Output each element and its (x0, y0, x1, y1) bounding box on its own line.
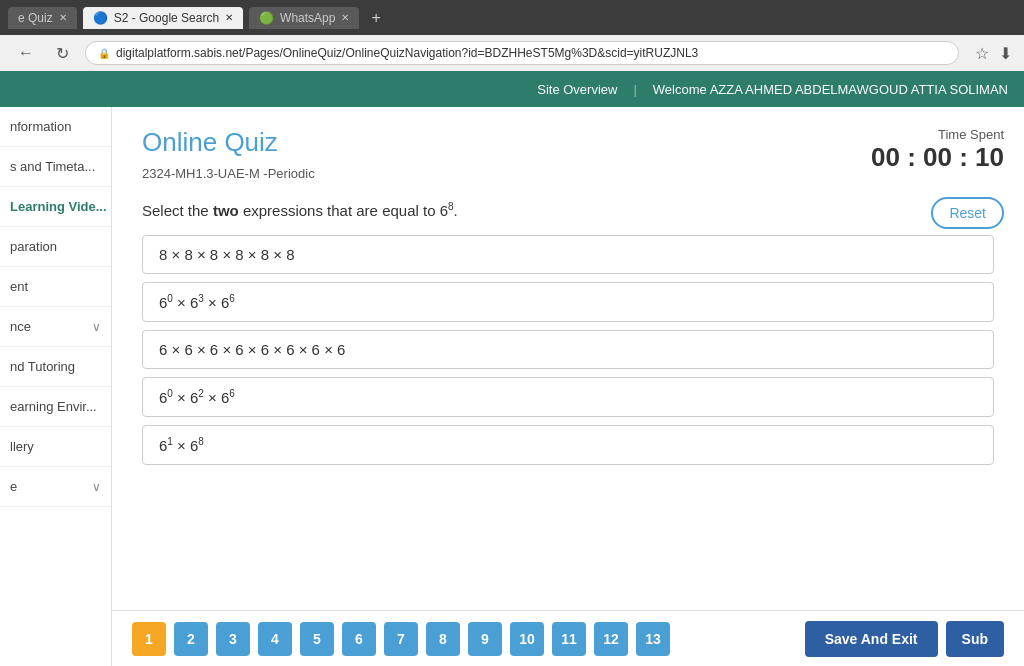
main-layout: nformation s and Timeta... Learning Vide… (0, 107, 1024, 666)
bottom-bar: 1 2 3 4 5 6 7 8 9 10 11 12 13 Save And E… (112, 610, 1024, 666)
chevron-down-icon: ∨ (92, 320, 101, 334)
subtitle: 2324-MH1.3-UAE-M -Periodic (142, 166, 994, 181)
sidebar-item-e[interactable]: e ∨ (0, 467, 111, 507)
time-spent-section: Time Spent 00 : 00 : 10 (871, 127, 1004, 173)
option-2[interactable]: 60 × 63 × 66 (142, 282, 994, 322)
bookmark-icon[interactable]: ☆ (975, 44, 989, 63)
chevron-down-icon-2: ∨ (92, 480, 101, 494)
top-nav: Site Overview | Welcome AZZA AHMED ABDEL… (0, 71, 1024, 107)
option-4[interactable]: 60 × 62 × 66 (142, 377, 994, 417)
page-12-button[interactable]: 12 (594, 622, 628, 656)
page-4-button[interactable]: 4 (258, 622, 292, 656)
sidebar-item-learning-video[interactable]: Learning Vide... (0, 187, 111, 227)
tab-quiz[interactable]: e Quiz ✕ (8, 7, 77, 29)
sidebar-item-timetable[interactable]: s and Timeta... (0, 147, 111, 187)
tab-close-whatsapp[interactable]: ✕ (341, 12, 349, 23)
sidebar-item-nce[interactable]: nce ∨ (0, 307, 111, 347)
save-and-exit-button[interactable]: Save And Exit (805, 621, 938, 657)
page-13-button[interactable]: 13 (636, 622, 670, 656)
tab-add-button[interactable]: + (365, 9, 386, 27)
sidebar-item-gallery[interactable]: llery (0, 427, 111, 467)
tab-close-google[interactable]: ✕ (225, 12, 233, 23)
page-6-button[interactable]: 6 (342, 622, 376, 656)
sidebar-item-tutoring[interactable]: nd Tutoring (0, 347, 111, 387)
url-bar[interactable]: 🔒 digitalplatform.sabis.net/Pages/Online… (85, 41, 959, 65)
sidebar-item-ent[interactable]: ent (0, 267, 111, 307)
download-icon[interactable]: ⬇ (999, 44, 1012, 63)
address-bar: ← ↻ 🔒 digitalplatform.sabis.net/Pages/On… (0, 35, 1024, 71)
reset-button[interactable]: Reset (931, 197, 1004, 229)
option-5[interactable]: 61 × 68 (142, 425, 994, 465)
tab-close-quiz[interactable]: ✕ (59, 12, 67, 23)
back-button[interactable]: ← (12, 42, 40, 64)
sidebar-item-preparation[interactable]: paration (0, 227, 111, 267)
page-3-button[interactable]: 3 (216, 622, 250, 656)
option-3[interactable]: 6 × 6 × 6 × 6 × 6 × 6 × 6 × 6 (142, 330, 994, 369)
submit-button[interactable]: Sub (946, 621, 1004, 657)
page-8-button[interactable]: 8 (426, 622, 460, 656)
site-overview-link[interactable]: Site Overview (537, 82, 617, 97)
page-title: Online Quiz (142, 127, 994, 158)
page-10-button[interactable]: 10 (510, 622, 544, 656)
reload-button[interactable]: ↻ (50, 42, 75, 65)
question-text: Select the two expressions that are equa… (142, 201, 994, 219)
option-1[interactable]: 8 × 8 × 8 × 8 × 8 × 8 (142, 235, 994, 274)
page-5-button[interactable]: 5 (300, 622, 334, 656)
tab-whatsapp[interactable]: 🟢 WhatsApp ✕ (249, 7, 359, 29)
secure-icon: 🔒 (98, 48, 110, 59)
page-11-button[interactable]: 11 (552, 622, 586, 656)
sidebar: nformation s and Timeta... Learning Vide… (0, 107, 112, 666)
page-7-button[interactable]: 7 (384, 622, 418, 656)
browser-tabs: e Quiz ✕ 🔵 S2 - Google Search ✕ 🟢 WhatsA… (0, 0, 1024, 35)
url-text: digitalplatform.sabis.net/Pages/OnlineQu… (116, 46, 946, 60)
page-2-button[interactable]: 2 (174, 622, 208, 656)
time-spent-label: Time Spent (871, 127, 1004, 142)
tab-google[interactable]: 🔵 S2 - Google Search ✕ (83, 7, 243, 29)
content-area: Online Quiz 2324-MH1.3-UAE-M -Periodic T… (112, 107, 1024, 666)
page-9-button[interactable]: 9 (468, 622, 502, 656)
sidebar-item-environ[interactable]: earning Envir... (0, 387, 111, 427)
time-spent-value: 00 : 00 : 10 (871, 142, 1004, 173)
page-1-button[interactable]: 1 (132, 622, 166, 656)
welcome-text: Welcome AZZA AHMED ABDELMAWGOUD ATTIA SO… (653, 82, 1008, 97)
sidebar-item-information[interactable]: nformation (0, 107, 111, 147)
